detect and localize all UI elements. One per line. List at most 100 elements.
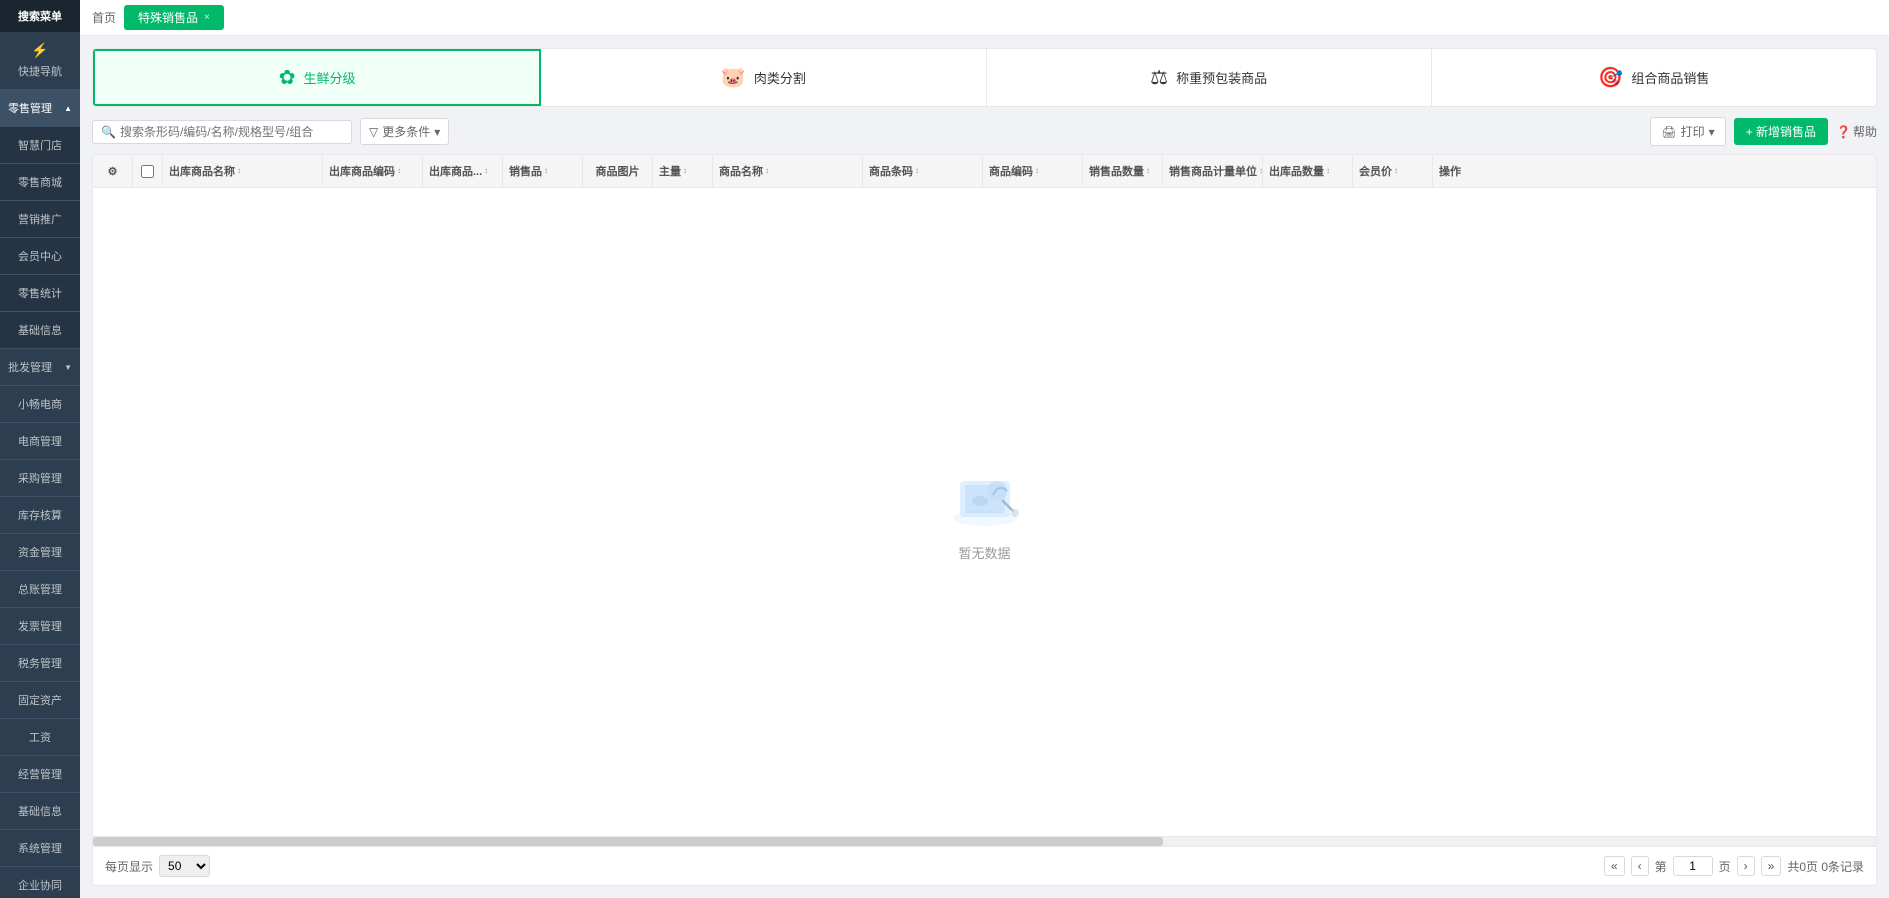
- weigh-icon: ⚖: [1150, 65, 1168, 90]
- meat-icon: 🐷: [721, 65, 746, 90]
- page-nav: « ‹ 第 页 › » 共0页 0条记录: [1604, 856, 1864, 876]
- th-out-code-label: 出库商品编码: [329, 163, 395, 179]
- sidebar-logo[interactable]: 搜索菜单: [0, 0, 80, 32]
- enterprise-label: 企业协同: [18, 877, 62, 893]
- sidebar-item-smart-store[interactable]: 智慧门店: [0, 127, 80, 164]
- sidebar-item-ecommerce[interactable]: 电商管理: [0, 423, 80, 460]
- search-icon: 🔍: [101, 125, 116, 139]
- th-out-qty: 出库品数量 ↕: [1263, 155, 1353, 187]
- page-number-input[interactable]: [1673, 856, 1713, 876]
- next-page-button[interactable]: ›: [1737, 856, 1755, 876]
- retail-mall-label: 零售商城: [18, 174, 62, 190]
- add-label: + 新增销售品: [1746, 123, 1816, 140]
- th-sale-unit: 销售商品计量单位 ↕: [1163, 155, 1263, 187]
- sidebar-item-sys-mgmt[interactable]: 系统管理: [0, 830, 80, 867]
- breadcrumb[interactable]: 首页: [92, 9, 116, 26]
- th-settings[interactable]: ⚙: [93, 155, 133, 187]
- sort-goods-name-icon[interactable]: ↕: [765, 167, 769, 175]
- fixed-assets-label: 固定资产: [18, 692, 62, 708]
- sidebar-item-fixed-assets[interactable]: 固定资产: [0, 682, 80, 719]
- sidebar-item-retail-mgmt[interactable]: 零售管理 ▲: [0, 90, 80, 127]
- help-button[interactable]: ❓ 帮助: [1836, 123, 1877, 140]
- th-out-qty-label: 出库品数量: [1269, 163, 1324, 179]
- purchase-label: 采购管理: [18, 470, 62, 486]
- sidebar-item-tax[interactable]: 税务管理: [0, 645, 80, 682]
- sidebar-item-finance[interactable]: 资金管理: [0, 534, 80, 571]
- cat-tab-weigh[interactable]: ⚖ 称重预包装商品: [987, 49, 1432, 106]
- combo-icon: 🎯: [1598, 65, 1623, 90]
- select-all-checkbox[interactable]: [141, 165, 154, 178]
- sort-member-price-icon[interactable]: ↕: [1394, 167, 1398, 175]
- help-label: 帮助: [1853, 123, 1877, 140]
- page-size-select[interactable]: 50 10 20 100: [159, 855, 210, 877]
- scrollbar-thumb[interactable]: [93, 837, 1163, 846]
- smart-store-label: 智慧门店: [18, 137, 62, 153]
- th-out-name: 出库商品名称 ↕: [163, 155, 323, 187]
- sort-barcode-icon[interactable]: ↕: [915, 167, 919, 175]
- th-member-price-label: 会员价: [1359, 163, 1392, 179]
- search-input[interactable]: [120, 125, 320, 139]
- sort-out-spec-icon[interactable]: ↕: [484, 167, 488, 175]
- horizontal-scrollbar[interactable]: [93, 836, 1876, 846]
- sidebar-item-wholesale[interactable]: 批发管理 ▼: [0, 349, 80, 386]
- tab-close-icon[interactable]: ×: [204, 12, 210, 23]
- cat-tab-meat[interactable]: 🐷 肉类分割: [541, 49, 986, 106]
- data-table: ⚙ 出库商品名称 ↕ 出库商品编码 ↕ 出库商品... ↕: [92, 154, 1877, 886]
- sidebar-item-general-ledger[interactable]: 总账管理: [0, 571, 80, 608]
- sidebar-item-member[interactable]: 会员中心: [0, 238, 80, 275]
- sort-sale-goods-icon[interactable]: ↕: [544, 167, 548, 175]
- filter-button[interactable]: ▽ 更多条件 ▾: [360, 118, 449, 145]
- sidebar-item-inventory[interactable]: 库存核算: [0, 497, 80, 534]
- cat-tab-fresh[interactable]: ✿ 生鲜分级: [93, 49, 541, 106]
- help-icon: ❓: [1836, 125, 1851, 139]
- operation-label: 经营管理: [18, 766, 62, 782]
- sidebar-item-enterprise[interactable]: 企业协同: [0, 867, 80, 898]
- tax-label: 税务管理: [18, 655, 62, 671]
- retail-mgmt-arrow-icon: ▲: [64, 104, 72, 113]
- page-label-suffix: 页: [1719, 858, 1731, 875]
- sort-out-qty-icon[interactable]: ↕: [1326, 167, 1330, 175]
- sidebar-item-quick-nav[interactable]: ⚡ 快捷导航: [0, 32, 80, 90]
- sidebar-item-mini-app[interactable]: 小畅电商: [0, 386, 80, 423]
- th-barcode-label: 商品条码: [869, 163, 913, 179]
- th-goods-code: 商品编码 ↕: [983, 155, 1083, 187]
- last-page-button[interactable]: »: [1761, 856, 1782, 876]
- sidebar-item-operation[interactable]: 经营管理: [0, 756, 80, 793]
- th-main-label: 主量: [659, 163, 681, 179]
- sidebar-item-invoice[interactable]: 发票管理: [0, 608, 80, 645]
- th-operation: 操作: [1433, 155, 1876, 187]
- print-arrow-icon: ▾: [1709, 125, 1715, 139]
- member-label: 会员中心: [18, 248, 62, 264]
- cat-tab-combo[interactable]: 🎯 组合商品销售: [1432, 49, 1876, 106]
- th-img: 商品图片: [583, 155, 653, 187]
- first-page-button[interactable]: «: [1604, 856, 1625, 876]
- th-member-price: 会员价 ↕: [1353, 155, 1433, 187]
- mini-app-label: 小畅电商: [18, 396, 62, 412]
- pagination: 每页显示 50 10 20 100 « ‹ 第 页 › » 共: [93, 846, 1876, 885]
- sidebar-item-purchase[interactable]: 采购管理: [0, 460, 80, 497]
- fresh-label: 生鲜分级: [304, 68, 356, 87]
- sidebar-item-retail-mall[interactable]: 零售商城: [0, 164, 80, 201]
- th-checkbox[interactable]: [133, 155, 163, 187]
- empty-state-icon: [945, 463, 1025, 533]
- empty-state: 暂无数据: [93, 188, 1876, 836]
- sort-sale-qty-icon[interactable]: ↕: [1146, 167, 1150, 175]
- prev-page-button[interactable]: ‹: [1631, 856, 1649, 876]
- th-sale-goods: 销售品 ↕: [503, 155, 583, 187]
- th-sale-qty: 销售品数量 ↕: [1083, 155, 1163, 187]
- active-tab-label: 特殊销售品: [138, 9, 198, 26]
- sidebar-item-salary[interactable]: 工资: [0, 719, 80, 756]
- sort-out-code-icon[interactable]: ↕: [397, 167, 401, 175]
- sidebar-item-marketing[interactable]: 营销推广: [0, 201, 80, 238]
- sidebar-item-retail-stat[interactable]: 零售统计: [0, 275, 80, 312]
- search-box[interactable]: 🔍: [92, 120, 352, 144]
- sidebar-item-basic-info[interactable]: 基础信息: [0, 312, 80, 349]
- active-tab[interactable]: 特殊销售品 ×: [124, 5, 224, 30]
- sort-main-icon[interactable]: ↕: [683, 167, 687, 175]
- print-button[interactable]: 🖨 打印 ▾: [1650, 117, 1725, 146]
- sidebar-item-basic-info2[interactable]: 基础信息: [0, 793, 80, 830]
- sort-out-name-icon[interactable]: ↕: [237, 167, 241, 175]
- toolbar-left: 🔍 ▽ 更多条件 ▾: [92, 118, 449, 145]
- sort-goods-code-icon[interactable]: ↕: [1035, 167, 1039, 175]
- add-product-button[interactable]: + 新增销售品: [1734, 118, 1828, 145]
